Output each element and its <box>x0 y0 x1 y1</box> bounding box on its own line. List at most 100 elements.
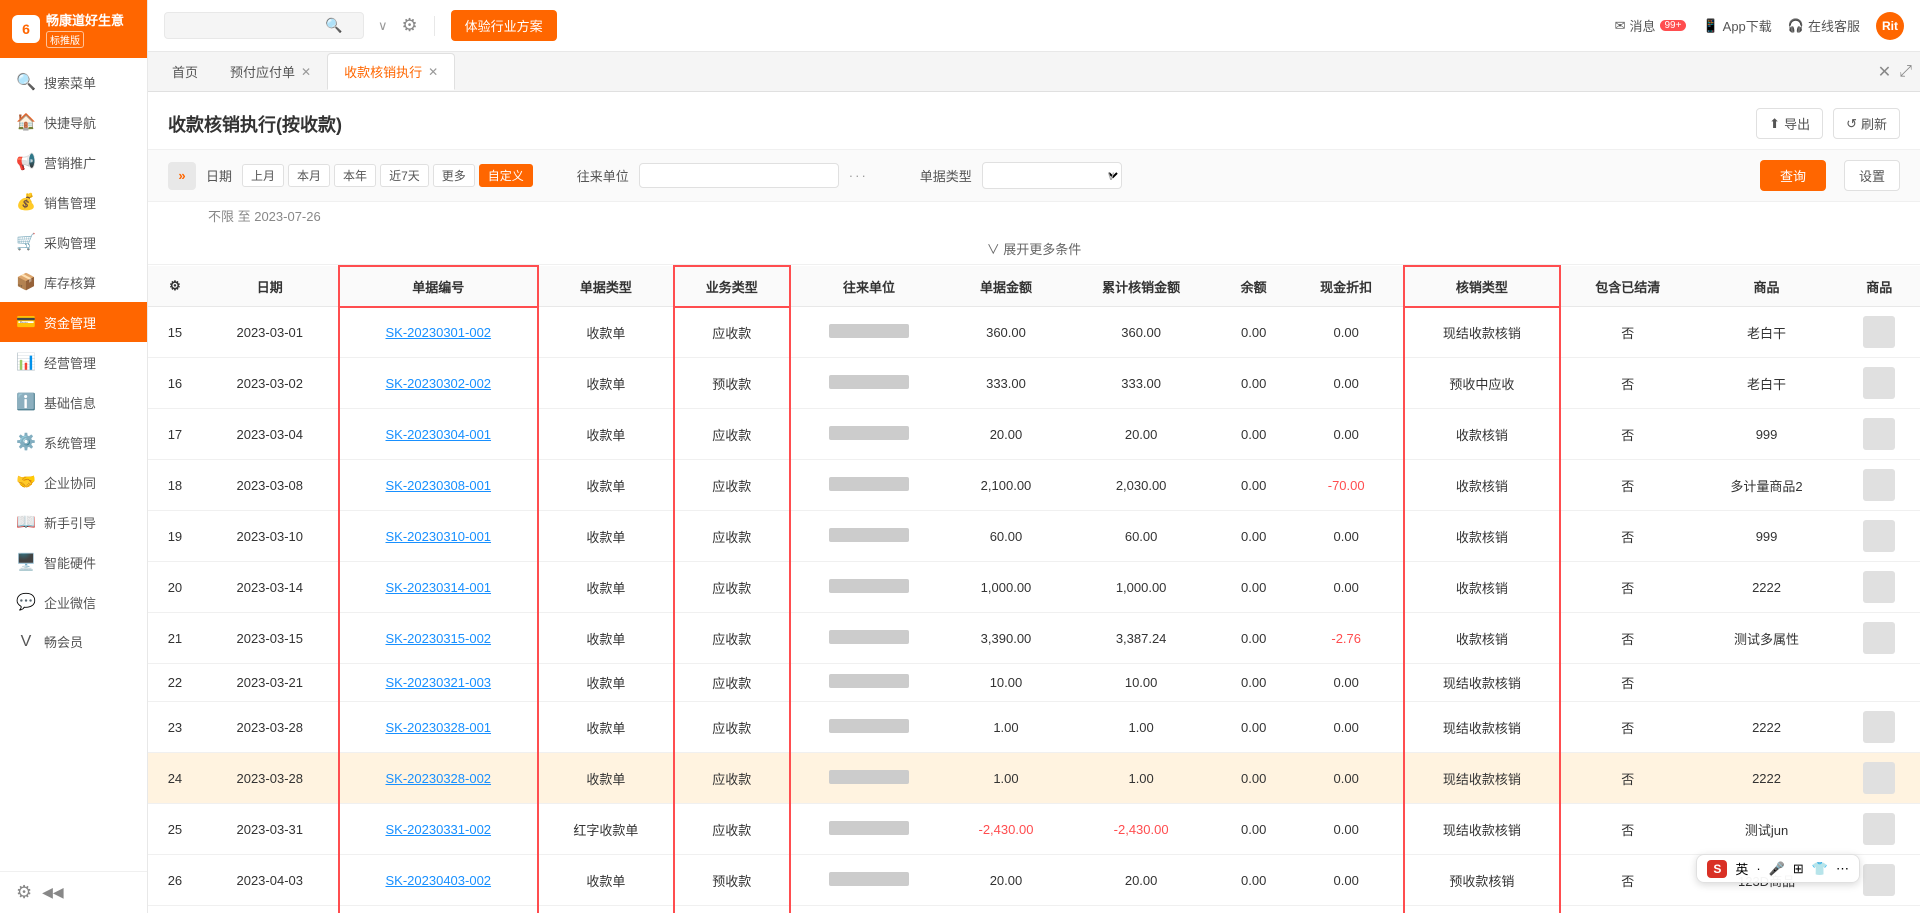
cell-include-settled: 否 <box>1560 358 1694 409</box>
settings-icon[interactable]: ⚙ <box>16 882 32 903</box>
billno-link[interactable]: SK-20230308-001 <box>386 478 492 493</box>
collapse-icon[interactable]: ◀◀ <box>42 884 64 901</box>
tab-home[interactable]: 首页 <box>156 54 214 89</box>
sidebar-item-marketing[interactable]: 📢营销推广 <box>0 142 147 182</box>
sidebar-item-basic[interactable]: ℹ️基础信息 <box>0 382 147 422</box>
filter-date-last-month[interactable]: 上月 <box>242 164 284 187</box>
filter-date-this-month[interactable]: 本月 <box>288 164 330 187</box>
sidebar-sales-icon: 💰 <box>16 192 36 212</box>
refresh-button[interactable]: ↺ 刷新 <box>1833 108 1900 139</box>
user-avatar[interactable]: Rit <box>1876 12 1904 40</box>
app-download-item[interactable]: 📱 App下载 <box>1702 16 1771 35</box>
cell-writeoff-total: 1.00 <box>1065 753 1218 804</box>
messages-item[interactable]: ✉ 消息 99+ <box>1615 16 1687 35</box>
cell-billno: SK-20230308-001 <box>339 460 538 511</box>
billno-link[interactable]: SK-20230314-001 <box>386 580 492 595</box>
topbar-search-box[interactable]: 🔍 <box>164 12 364 39</box>
billno-link[interactable]: SK-20230321-003 <box>386 675 492 690</box>
sidebar-guide-label: 新手引导 <box>44 513 96 532</box>
billno-link[interactable]: SK-20230328-001 <box>386 720 492 735</box>
cell-writetype: 收款核销 <box>1404 511 1560 562</box>
expand-conditions-bar[interactable]: ∨ 展开更多条件 <box>148 233 1920 265</box>
sidebar-item-guide[interactable]: 📖新手引导 <box>0 502 147 542</box>
tab-receipt-exec[interactable]: 收款核销执行 ✕ <box>327 53 455 90</box>
cell-date: 2023-04-08 <box>202 906 339 913</box>
filter-bill-type-select[interactable] <box>982 162 1122 189</box>
cell-goods: 999 <box>1694 511 1838 562</box>
online-service-item[interactable]: 🎧 在线客服 <box>1788 16 1860 35</box>
goods-thumbnail <box>1863 813 1895 845</box>
topbar-gear-icon[interactable]: ⚙ <box>402 15 418 36</box>
sidebar-item-system[interactable]: ⚙️系统管理 <box>0 422 147 462</box>
tab-prepay-close-icon[interactable]: ✕ <box>301 65 311 79</box>
col-header-goods: 商品 <box>1694 266 1838 307</box>
goods-thumbnail <box>1863 571 1895 603</box>
filter-date-7days[interactable]: 近7天 <box>380 164 429 187</box>
cell-writetype: 预收中应收 <box>1404 358 1560 409</box>
billno-link[interactable]: SK-20230328-002 <box>386 771 492 786</box>
filter-partner-input[interactable] <box>639 163 839 188</box>
cell-partner <box>790 358 948 409</box>
sidebar-item-wechat[interactable]: 💬企业微信 <box>0 582 147 622</box>
filter-date-custom[interactable]: 自定义 <box>479 164 533 187</box>
cell-partner <box>790 511 948 562</box>
sidebar-item-quicknav[interactable]: 🏠快捷导航 <box>0 102 147 142</box>
filter-query-button[interactable]: 查询 <box>1760 160 1826 191</box>
apps-icon[interactable]: ⋯ <box>1836 861 1849 877</box>
sidebar-item-cooperation[interactable]: 🤝企业协同 <box>0 462 147 502</box>
filter-settings-button[interactable]: 设置 <box>1844 160 1900 191</box>
sidebar-inventory-icon: 📦 <box>16 272 36 292</box>
sidebar-item-sales[interactable]: 💰销售管理 <box>0 182 147 222</box>
sidebar-item-finance[interactable]: 💳资金管理 <box>0 302 147 342</box>
tabs-expand-button[interactable]: ⤢ <box>1899 62 1912 82</box>
cell-cash-discount: 0.00 <box>1290 664 1404 702</box>
billno-link[interactable]: SK-20230302-002 <box>386 376 492 391</box>
sidebar-operation-icon: 📊 <box>16 352 36 372</box>
page-content: 收款核销执行(按收款) ⬆ 导出 ↺ 刷新 » 日期 上月 本月 本年 近7天 <box>148 92 1920 913</box>
billno-link[interactable]: SK-20230304-001 <box>386 427 492 442</box>
cell-goods: 衣服00001 <box>1694 906 1838 913</box>
export-button[interactable]: ⬆ 导出 <box>1756 108 1823 139</box>
filter-expand-button[interactable]: » <box>168 162 196 190</box>
tabs-close-all-button[interactable]: ✕ <box>1878 62 1891 82</box>
sidebar-item-inventory[interactable]: 📦库存核算 <box>0 262 147 302</box>
cell-writetype: 现结收款核销 <box>1404 307 1560 358</box>
partner-blurred <box>829 872 909 886</box>
cell-biztype: 应收款 <box>674 409 790 460</box>
goods-thumbnail <box>1863 316 1895 348</box>
col-header-goods2: 商品 <box>1839 266 1920 307</box>
keyboard-icon[interactable]: ⊞ <box>1793 861 1804 877</box>
col-header-billno: 单据编号 <box>339 266 538 307</box>
tab-receipt-exec-close-icon[interactable]: ✕ <box>428 65 438 79</box>
tab-prepay-label: 预付应付单 <box>230 62 295 81</box>
billno-link[interactable]: SK-20230301-002 <box>386 325 492 340</box>
shirt-icon[interactable]: 👕 <box>1812 861 1828 877</box>
billno-link[interactable]: SK-20230331-002 <box>386 822 492 837</box>
goods-thumbnail <box>1863 622 1895 654</box>
cell-cash-discount: -2.76 <box>1290 613 1404 664</box>
filter-date-this-year[interactable]: 本年 <box>334 164 376 187</box>
solution-button[interactable]: 体验行业方案 <box>451 10 557 41</box>
cell-goods2 <box>1839 753 1920 804</box>
cell-goods2 <box>1839 409 1920 460</box>
topbar-search-icon: 🔍 <box>325 17 342 34</box>
goods-thumbnail <box>1863 418 1895 450</box>
billno-link[interactable]: SK-20230315-002 <box>386 631 492 646</box>
sidebar-item-hardware[interactable]: 🖥️智能硬件 <box>0 542 147 582</box>
tabs-actions: ✕ ⤢ <box>1878 62 1912 82</box>
sidebar-operation-label: 经营管理 <box>44 353 96 372</box>
cell-balance: 0.00 <box>1218 664 1290 702</box>
cell-partner <box>790 906 948 913</box>
sidebar-item-operation[interactable]: 📊 经营管理 <box>0 342 147 382</box>
filter-date-more[interactable]: 更多 <box>433 164 475 187</box>
billno-link[interactable]: SK-20230310-001 <box>386 529 492 544</box>
topbar-search-input[interactable] <box>175 18 325 33</box>
tab-prepay[interactable]: 预付应付单 ✕ <box>214 54 327 89</box>
sidebar-item-purchase[interactable]: 🛒采购管理 <box>0 222 147 262</box>
billno-link[interactable]: SK-20230403-002 <box>386 873 492 888</box>
cell-billno: SK-20230328-002 <box>339 753 538 804</box>
sidebar-item-search[interactable]: 🔍搜索菜单 <box>0 62 147 102</box>
sidebar-item-vip[interactable]: V畅会员 <box>0 622 147 661</box>
table-row: 23 2023-03-28 SK-20230328-001 收款单 应收款 1.… <box>148 702 1920 753</box>
mic-icon[interactable]: 🎤 <box>1769 861 1785 877</box>
